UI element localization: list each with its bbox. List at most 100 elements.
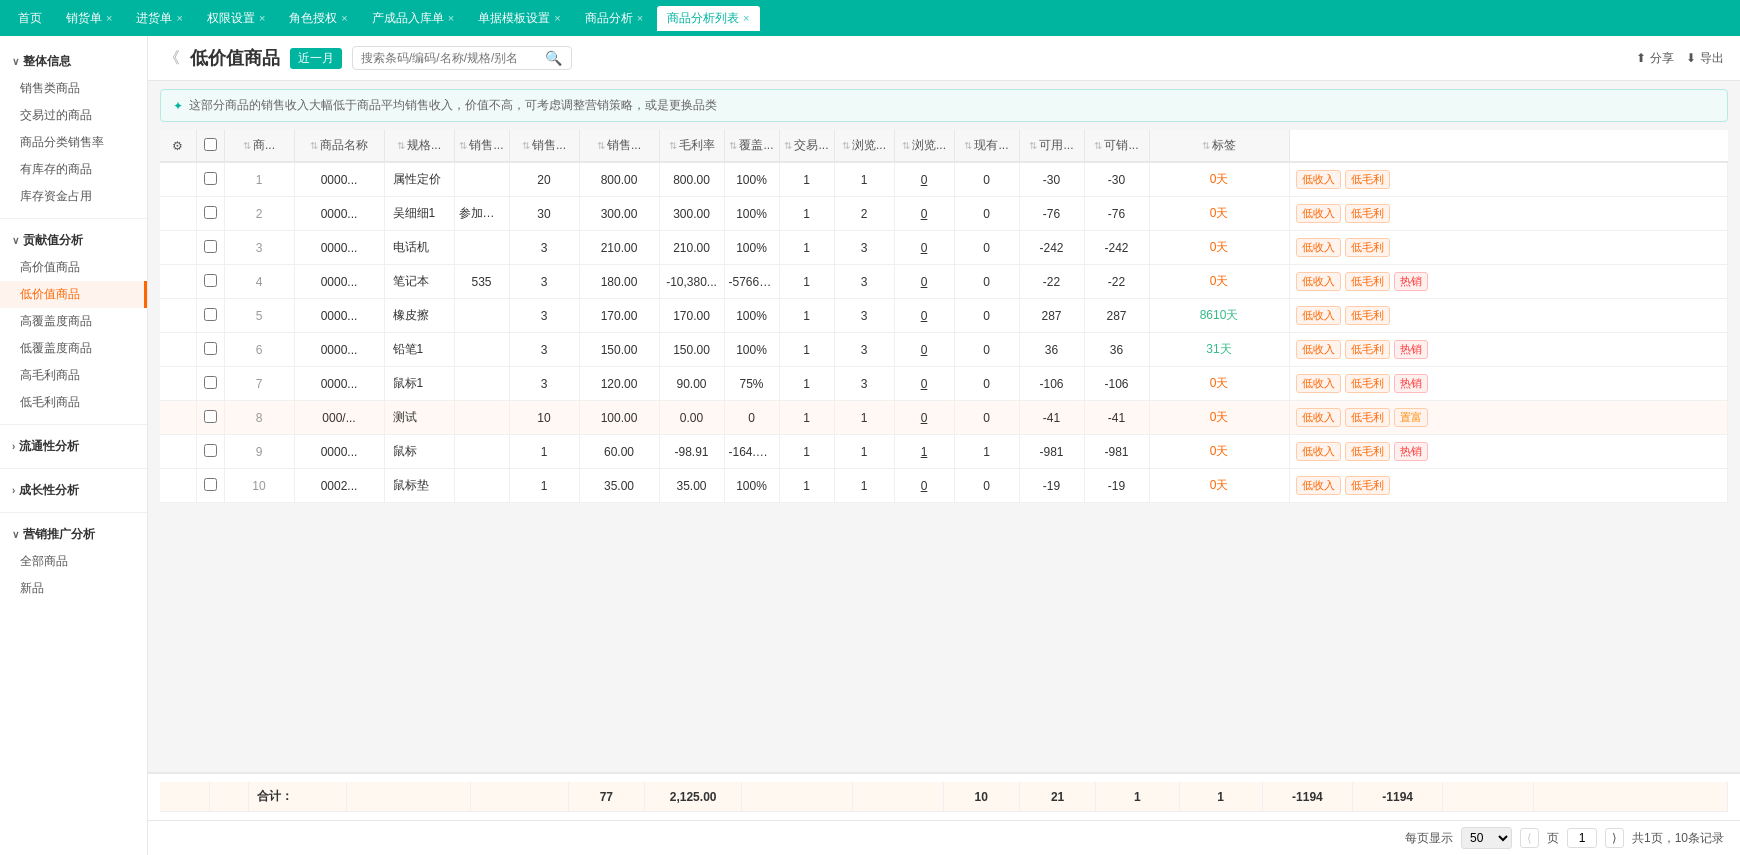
nav-tab-permissions[interactable]: 权限设置 × — [197, 6, 275, 31]
close-icon[interactable]: × — [448, 12, 454, 24]
tag-badge: 低收入 — [1296, 374, 1341, 393]
row-checkbox[interactable] — [204, 478, 217, 491]
close-icon[interactable]: × — [106, 12, 112, 24]
row-browse1[interactable]: 1 — [894, 435, 954, 469]
column-stock: ⇅ 现有... — [954, 130, 1019, 162]
sidebar-item-low-value[interactable]: 低价值商品 — [0, 281, 147, 308]
nav-tab-purchase[interactable]: 进货单 × — [126, 6, 192, 31]
row-browse1[interactable]: 0 — [894, 231, 954, 265]
row-checkbox[interactable] — [204, 376, 217, 389]
row-spec: 535 — [454, 265, 509, 299]
sidebar-item-all-products[interactable]: 全部商品 — [0, 548, 147, 575]
row-checkbox[interactable] — [204, 444, 217, 457]
row-browse1[interactable]: 0 — [894, 401, 954, 435]
sidebar-collapse-button[interactable]: 《 — [164, 48, 180, 69]
sort-icon[interactable]: ⇅ — [842, 140, 850, 151]
row-browse2: 0 — [954, 401, 1019, 435]
sort-icon[interactable]: ⇅ — [669, 140, 677, 151]
row-browse1[interactable]: 0 — [894, 197, 954, 231]
sidebar-item-new-products[interactable]: 新品 — [0, 575, 147, 602]
sidebar-item-high-coverage[interactable]: 高覆盖度商品 — [0, 308, 147, 335]
sort-icon[interactable]: ⇅ — [397, 140, 405, 151]
row-checkbox[interactable] — [204, 240, 217, 253]
close-icon[interactable]: × — [637, 12, 643, 24]
sidebar-group-growth[interactable]: › 成长性分析 — [0, 477, 147, 504]
table-row: 20000...吴细细1参加复试30300.00300.00100%1200-7… — [160, 197, 1728, 231]
sidebar-item-sales-products[interactable]: 销售类商品 — [0, 75, 147, 102]
sort-icon[interactable]: ⇅ — [243, 140, 251, 151]
sort-icon[interactable]: ⇅ — [902, 140, 910, 151]
sort-icon[interactable]: ⇅ — [1202, 140, 1210, 151]
row-stock: -22 — [1019, 265, 1084, 299]
row-browse1[interactable]: 0 — [894, 333, 954, 367]
row-checkbox[interactable] — [204, 172, 217, 185]
sort-icon[interactable]: ⇅ — [459, 140, 467, 151]
sort-icon[interactable]: ⇅ — [310, 140, 318, 151]
sidebar-group-contribution[interactable]: ∨ 贡献值分析 — [0, 227, 147, 254]
column-settings[interactable]: ⚙ — [160, 130, 196, 162]
first-page-button[interactable]: ⟨ — [1520, 828, 1539, 848]
nav-tab-roles[interactable]: 角色授权 × — [279, 6, 357, 31]
sidebar-group-marketing[interactable]: ∨ 营销推广分析 — [0, 521, 147, 548]
close-icon[interactable]: × — [176, 12, 182, 24]
row-checkbox[interactable] — [204, 410, 217, 423]
nav-tab-template[interactable]: 单据模板设置 × — [468, 6, 570, 31]
nav-tab-product-analysis-list[interactable]: 商品分析列表 × — [657, 6, 759, 31]
sidebar-item-high-margin[interactable]: 高毛利商品 — [0, 362, 147, 389]
nav-tab-inventory[interactable]: 产成品入库单 × — [362, 6, 464, 31]
row-trade: 1 — [834, 435, 894, 469]
sidebar-item-capital[interactable]: 库存资金占用 — [0, 183, 147, 210]
sidebar-item-traded-products[interactable]: 交易过的商品 — [0, 102, 147, 129]
sidebar-group-overview[interactable]: ∨ 整体信息 — [0, 48, 147, 75]
sidebar-item-stocked-products[interactable]: 有库存的商品 — [0, 156, 147, 183]
row-settings-cell — [160, 401, 196, 435]
tag-badge: 低毛利 — [1345, 306, 1390, 325]
close-icon[interactable]: × — [554, 12, 560, 24]
period-badge[interactable]: 近一月 — [290, 48, 342, 69]
chevron-down-icon: ∨ — [12, 235, 19, 246]
sort-icon[interactable]: ⇅ — [784, 140, 792, 151]
row-sale-amount: 300.00 — [659, 197, 724, 231]
sidebar-item-low-coverage[interactable]: 低覆盖度商品 — [0, 335, 147, 362]
sidebar-item-low-margin[interactable]: 低毛利商品 — [0, 389, 147, 416]
row-browse1[interactable]: 0 — [894, 367, 954, 401]
row-browse1[interactable]: 0 — [894, 162, 954, 197]
sidebar-item-category-rate[interactable]: 商品分类销售率 — [0, 129, 147, 156]
next-page-button[interactable]: ⟩ — [1605, 828, 1624, 848]
row-checkbox[interactable] — [204, 308, 217, 321]
export-button[interactable]: ⬇ 导出 — [1686, 50, 1724, 67]
row-stock: -30 — [1019, 162, 1084, 197]
close-icon[interactable]: × — [259, 12, 265, 24]
row-gross-rate: 100% — [724, 197, 779, 231]
row-sale-price: 170.00 — [579, 299, 659, 333]
sort-icon[interactable]: ⇅ — [597, 140, 605, 151]
sidebar-group-liquidity[interactable]: › 流通性分析 — [0, 433, 147, 460]
nav-tab-product-analysis[interactable]: 商品分析 × — [575, 6, 653, 31]
sort-icon[interactable]: ⇅ — [1029, 140, 1037, 151]
search-icon[interactable]: 🔍 — [545, 50, 562, 66]
close-icon[interactable]: × — [341, 12, 347, 24]
sort-icon[interactable]: ⇅ — [729, 140, 737, 151]
row-browse1[interactable]: 0 — [894, 299, 954, 333]
sort-icon[interactable]: ⇅ — [1094, 140, 1102, 151]
row-browse1[interactable]: 0 — [894, 469, 954, 503]
page-input[interactable] — [1567, 828, 1597, 848]
row-gross-rate: -164.85% — [724, 435, 779, 469]
row-checkbox[interactable] — [204, 206, 217, 219]
page-size-select[interactable]: 50 20 100 — [1461, 827, 1512, 849]
row-checkbox[interactable] — [204, 342, 217, 355]
row-browse1[interactable]: 0 — [894, 265, 954, 299]
sort-icon[interactable]: ⇅ — [964, 140, 972, 151]
nav-tab-home[interactable]: 首页 — [8, 6, 52, 31]
search-input[interactable] — [361, 51, 541, 65]
row-code: 0000... — [294, 265, 384, 299]
settings-icon[interactable]: ⚙ — [172, 139, 183, 153]
row-checkbox-cell — [196, 265, 224, 299]
select-all-checkbox[interactable] — [204, 138, 217, 151]
sidebar-item-high-value[interactable]: 高价值商品 — [0, 254, 147, 281]
share-button[interactable]: ⬆ 分享 — [1636, 50, 1674, 67]
nav-tab-sales[interactable]: 销货单 × — [56, 6, 122, 31]
row-checkbox[interactable] — [204, 274, 217, 287]
close-icon[interactable]: × — [743, 12, 749, 24]
sort-icon[interactable]: ⇅ — [522, 140, 530, 151]
